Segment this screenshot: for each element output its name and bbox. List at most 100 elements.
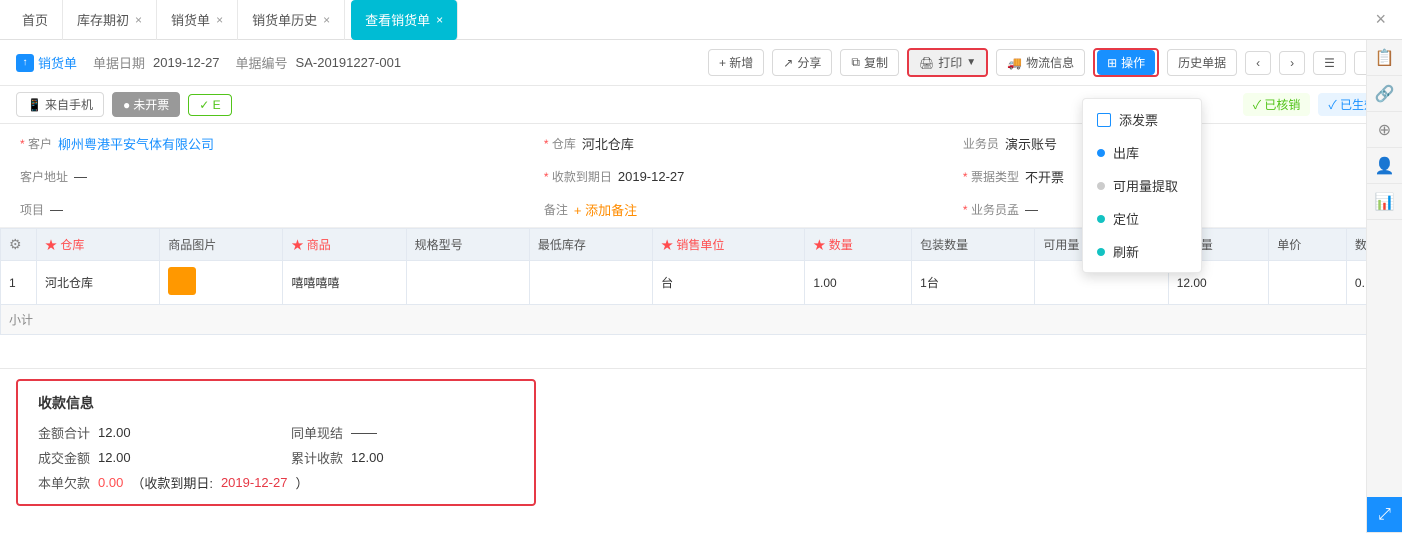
add-remark-button[interactable]: + 添加备注	[574, 200, 637, 219]
doc-meta-no: 单据编号 SA-20191227-001	[236, 53, 402, 72]
tab-close-inventory[interactable]: ×	[135, 13, 142, 27]
operate-icon: ⊞	[1107, 56, 1117, 70]
logistics-button[interactable]: 🚚 物流信息	[996, 49, 1085, 76]
share-button[interactable]: ↗ 分享	[772, 49, 832, 76]
invoice-icon	[1097, 113, 1111, 127]
position-icon	[1097, 215, 1105, 223]
refresh-icon	[1097, 248, 1105, 256]
operate-button[interactable]: ⊞ 操作	[1097, 50, 1155, 75]
tab-inventory[interactable]: 库存期初 ×	[63, 0, 157, 40]
confirm-button[interactable]: ✓ E	[188, 94, 231, 116]
col-price: 单价	[1269, 229, 1347, 261]
address-field: 客户地址 —	[20, 168, 544, 185]
mobile-icon: 📱	[27, 98, 42, 112]
project-field: 项目 —	[20, 201, 544, 218]
right-icon-expand[interactable]: ⤢	[1367, 497, 1402, 533]
tab-home[interactable]: 首页	[8, 0, 63, 40]
total-amount-label: 金额合计	[38, 423, 90, 442]
right-icon-link[interactable]: 🔗	[1367, 76, 1402, 112]
share-icon: ↗	[783, 56, 793, 70]
dropdown-outbound[interactable]: 出库	[1083, 136, 1201, 169]
col-img: 商品图片	[160, 229, 283, 261]
col-gear: ⚙	[1, 229, 37, 261]
print-button[interactable]: 🖨 打印 ▼	[907, 48, 988, 77]
row-price	[1269, 261, 1347, 305]
tab-view-sales[interactable]: 查看销货单 ×	[351, 0, 458, 40]
print-dropdown-icon: ▼	[966, 57, 976, 68]
view-list-button[interactable]: ☰	[1313, 51, 1346, 75]
customer-value[interactable]: 柳州粤港平安气体有限公司	[58, 134, 214, 153]
payment-date-value: 2019-12-27	[618, 169, 685, 184]
due-amount-label: 本单欠款	[38, 473, 90, 492]
row-warehouse: 河北仓库	[37, 261, 160, 305]
doc-header: ↑ 销货单 单据日期 2019-12-27 单据编号 SA-20191227-0…	[0, 40, 1402, 86]
col-spec: 规格型号	[406, 229, 529, 261]
ticket-type-label: 票据类型	[963, 168, 1019, 185]
staff-value: 演示账号	[1005, 134, 1057, 153]
total-amount-row: 金额合计 12.00	[38, 423, 261, 442]
settings-icon[interactable]: ⚙	[9, 236, 22, 252]
tab-bar: 首页 库存期初 × 销货单 × 销货单历史 × 查看销货单 × ×	[0, 0, 1402, 40]
ticket-type-value: 不开票	[1025, 167, 1064, 186]
right-icon-clipboard[interactable]: 📋	[1367, 40, 1402, 76]
tab-history[interactable]: 销货单历史 ×	[238, 0, 345, 40]
dropdown-refresh[interactable]: 刷新	[1083, 235, 1201, 268]
dropdown-position[interactable]: 定位	[1083, 202, 1201, 235]
due-date-suffix: ）	[295, 473, 308, 492]
staff-label: 业务员	[963, 135, 999, 152]
payment-title: 收款信息	[38, 393, 514, 413]
tab-close-view-sales[interactable]: ×	[436, 13, 443, 27]
right-icon-user[interactable]: 👤	[1367, 148, 1402, 184]
row-qty: 1.00	[805, 261, 912, 305]
operate-button-wrapper: ⊞ 操作	[1093, 48, 1159, 77]
subtotal-row: 小计	[1, 305, 1402, 335]
nav-prev-button[interactable]: ‹	[1245, 51, 1271, 75]
address-label: 客户地址	[20, 168, 68, 185]
tab-close-sales[interactable]: ×	[216, 13, 223, 27]
remark-field: 备注 + 添加备注	[544, 200, 963, 219]
cumulative-label: 累计收款	[291, 448, 343, 467]
right-icon-add[interactable]: ⊕	[1367, 112, 1402, 148]
col-product: ★ 商品	[283, 229, 406, 261]
same-order-label: 同单现结	[291, 423, 343, 442]
outbound-icon	[1097, 149, 1105, 157]
logistics-icon: 🚚	[1007, 56, 1022, 70]
due-date-value: 2019-12-27	[221, 475, 288, 490]
doc-meta-date: 单据日期 2019-12-27	[93, 53, 220, 72]
nav-next-button[interactable]: ›	[1279, 51, 1305, 75]
tab-close-history[interactable]: ×	[323, 13, 330, 27]
new-button[interactable]: + 新增	[708, 49, 764, 76]
project-value: —	[50, 202, 63, 217]
tab-bar-close[interactable]: ×	[1367, 9, 1394, 30]
dropdown-available-extract[interactable]: 可用量提取	[1083, 169, 1201, 202]
deal-amount-label: 成交金额	[38, 448, 90, 467]
deal-amount-row: 成交金额 12.00	[38, 448, 261, 467]
project-label: 项目	[20, 201, 44, 218]
doc-toolbar: + 新增 ↗ 分享 ⧉ 复制 🖨 打印 ▼ 🚚 物流信息	[708, 48, 1386, 77]
col-packqty: 包装数量	[912, 229, 1035, 261]
history-button[interactable]: 历史单据	[1167, 49, 1237, 76]
row-img	[160, 261, 283, 305]
payment-grid: 金额合计 12.00 同单现结 —— 成交金额 12.00 累计收款 12.00	[38, 423, 514, 492]
address-value: —	[74, 169, 87, 184]
warehouse-value: 河北仓库	[582, 134, 634, 153]
warehouse-field: 仓库 河北仓库	[544, 134, 963, 153]
col-minstock: 最低库存	[529, 229, 652, 261]
not-open-icon: ●	[123, 98, 130, 112]
right-icon-chart[interactable]: 📊	[1367, 184, 1402, 220]
deal-amount-value: 12.00	[98, 450, 131, 465]
due-amount-row: 本单欠款 0.00 （收款到期日: 2019-12-27 ）	[38, 473, 514, 492]
right-icons-panel: 📋 🔗 ⊕ 👤 📊 ⤢	[1366, 40, 1402, 533]
customer-field: 客户 柳州粤港平安气体有限公司	[20, 134, 544, 153]
from-mobile-button[interactable]: 📱 来自手机	[16, 92, 104, 117]
row-minstock	[529, 261, 652, 305]
col-unit: ★ 销售单位	[653, 229, 805, 261]
row-packqty: 1台	[912, 261, 1035, 305]
not-open-button[interactable]: ● 未开票	[112, 92, 180, 117]
dropdown-add-invoice[interactable]: 添发票	[1083, 103, 1201, 136]
staff2-value: —	[1025, 202, 1038, 217]
tab-sales[interactable]: 销货单 ×	[157, 0, 238, 40]
copy-button[interactable]: ⧉ 复制	[840, 49, 899, 76]
check-icon: ✓	[1253, 98, 1261, 112]
product-image	[168, 267, 196, 295]
